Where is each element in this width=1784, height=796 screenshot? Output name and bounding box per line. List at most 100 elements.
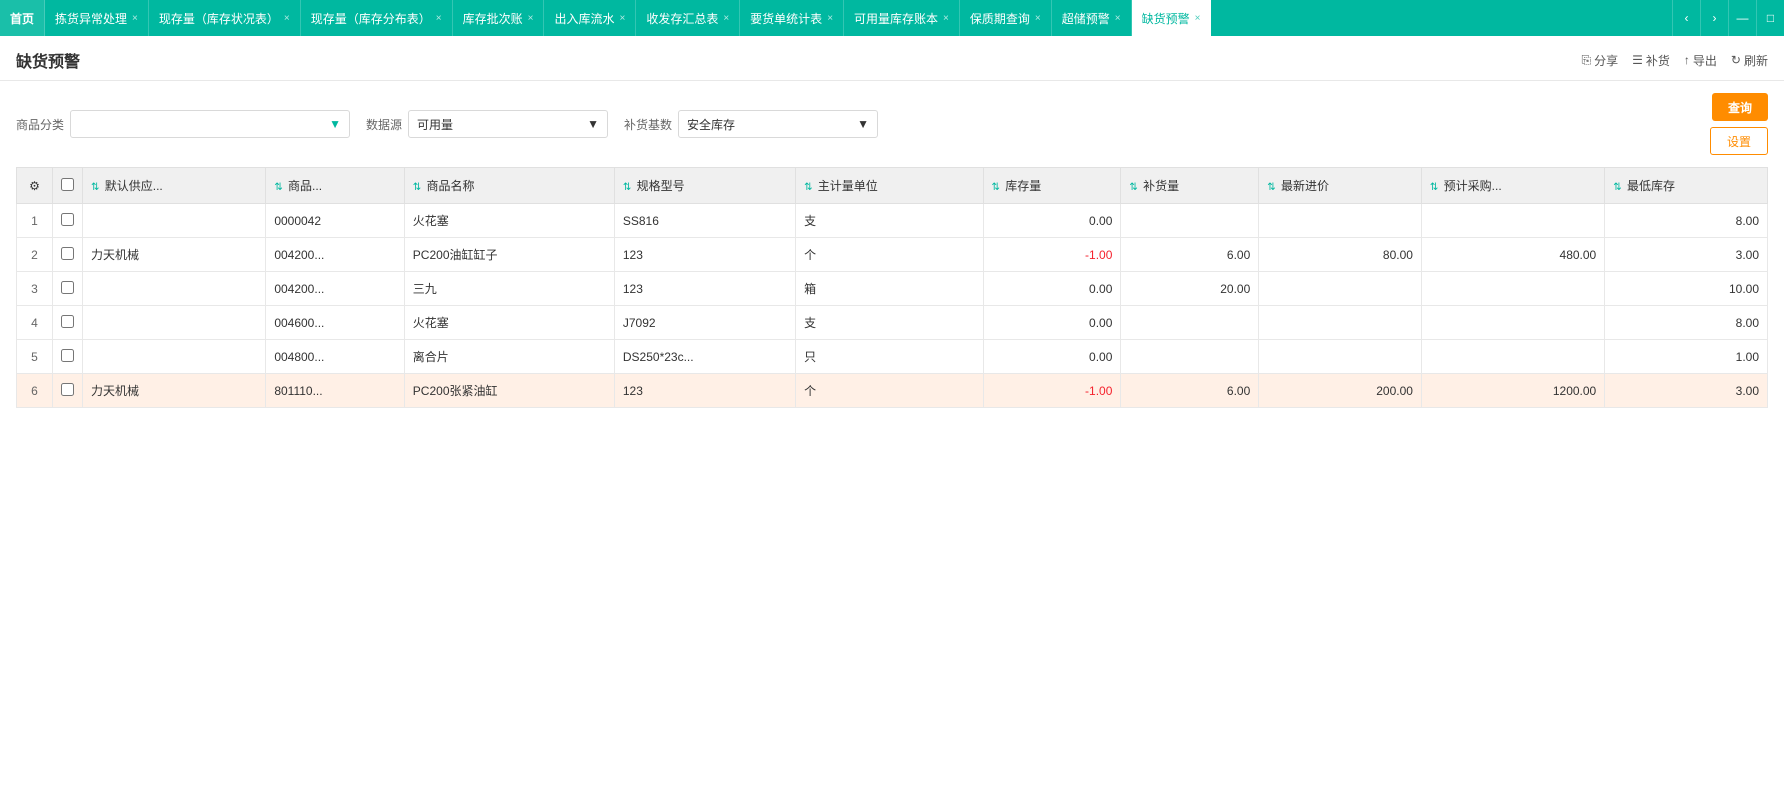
nav-left-arrow[interactable]: ‹	[1672, 0, 1700, 36]
col-unit[interactable]: ⇅ 主计量单位	[796, 168, 983, 204]
nav-right-arrow[interactable]: ›	[1700, 0, 1728, 36]
col-settings: ⚙	[17, 168, 53, 204]
col-code[interactable]: ⇅ 商品...	[266, 168, 404, 204]
nav-tab-2-close[interactable]: ×	[284, 13, 290, 24]
category-filter-group: 商品分类 ▼	[16, 110, 350, 138]
nav-tab-7[interactable]: 要货单统计表 ×	[740, 0, 844, 36]
unit-sort-icon: ⇅	[804, 182, 812, 193]
col-restock[interactable]: ⇅ 补货量	[1121, 168, 1259, 204]
nav-tab-8-close[interactable]: ×	[943, 13, 949, 24]
row-checkbox-1[interactable]	[61, 247, 74, 260]
nav-minimize-btn[interactable]: —	[1728, 0, 1756, 36]
col-latest-price[interactable]: ⇅ 最新进价	[1259, 168, 1422, 204]
datasource-select-value: 可用量	[417, 116, 453, 133]
col-checkbox-header[interactable]	[53, 168, 83, 204]
nav-tab-8-label: 可用量库存账本	[854, 10, 938, 27]
nav-tab-2[interactable]: 现存量（库存状况表） ×	[149, 0, 301, 36]
nav-tab-1[interactable]: 拣货异常处理 ×	[45, 0, 149, 36]
col-stock-label: 库存量	[1005, 179, 1041, 193]
nav-maximize-btn[interactable]: □	[1756, 0, 1784, 36]
table-container: ⚙ ⇅ 默认供应... ⇅ 商品... ⇅ 商品名称	[0, 167, 1784, 408]
row-checkbox-2[interactable]	[61, 281, 74, 294]
nav-tab-10-close[interactable]: ×	[1115, 13, 1121, 24]
col-unit-label: 主计量单位	[818, 179, 878, 193]
row-name-1: PC200油缸缸子	[404, 238, 614, 272]
settings-button[interactable]: 设置	[1710, 127, 1768, 155]
refresh-button[interactable]: ↻ 刷新	[1731, 52, 1768, 69]
row-latest-price-2	[1259, 272, 1422, 306]
col-est-purchase[interactable]: ⇅ 预计采购...	[1421, 168, 1604, 204]
row-checkbox-0[interactable]	[61, 213, 74, 226]
row-seq-5: 6	[17, 374, 53, 408]
refresh-label: 刷新	[1744, 52, 1768, 69]
row-checkbox-cell-0[interactable]	[53, 204, 83, 238]
nav-tab-11[interactable]: 缺货预警 ×	[1132, 0, 1212, 36]
code-sort-icon: ⇅	[274, 182, 282, 193]
nav-tab-6[interactable]: 收发存汇总表 ×	[636, 0, 740, 36]
restock-select-value: 安全库存	[687, 116, 735, 133]
table-row: 6 力天机械801110...PC200张紧油缸123个-1.006.00200…	[17, 374, 1768, 408]
col-supplier[interactable]: ⇅ 默认供应...	[83, 168, 266, 204]
row-stock-1: -1.00	[983, 238, 1121, 272]
row-checkbox-4[interactable]	[61, 349, 74, 362]
nav-tab-11-close[interactable]: ×	[1195, 13, 1201, 24]
row-name-0: 火花塞	[404, 204, 614, 238]
datasource-select[interactable]: 可用量 ▼	[408, 110, 608, 138]
row-name-4: 离合片	[404, 340, 614, 374]
nav-tab-7-close[interactable]: ×	[827, 13, 833, 24]
nav-tab-4-close[interactable]: ×	[528, 13, 534, 24]
row-checkbox-3[interactable]	[61, 315, 74, 328]
row-checkbox-cell-4[interactable]	[53, 340, 83, 374]
nav-tab-4[interactable]: 库存批次账 ×	[453, 0, 545, 36]
nav-tab-6-label: 收发存汇总表	[646, 10, 718, 27]
col-stock[interactable]: ⇅ 库存量	[983, 168, 1121, 204]
nav-tab-6-close[interactable]: ×	[723, 13, 729, 24]
row-checkbox-cell-2[interactable]	[53, 272, 83, 306]
restock-select[interactable]: 安全库存 ▼	[678, 110, 878, 138]
col-min-stock[interactable]: ⇅ 最低库存	[1605, 168, 1768, 204]
share-button[interactable]: ⎘ 分享	[1582, 52, 1619, 69]
nav-tab-3[interactable]: 现存量（库存分布表） ×	[301, 0, 453, 36]
nav-tab-7-label: 要货单统计表	[750, 10, 822, 27]
row-checkbox-cell-1[interactable]	[53, 238, 83, 272]
nav-tab-8[interactable]: 可用量库存账本 ×	[844, 0, 960, 36]
category-select[interactable]: ▼	[70, 110, 350, 138]
row-checkbox-5[interactable]	[61, 383, 74, 396]
nav-tab-5[interactable]: 出入库流水 ×	[544, 0, 636, 36]
filter-right-buttons: 查询 设置	[1710, 93, 1768, 155]
row-unit-5: 个	[796, 374, 983, 408]
col-name[interactable]: ⇅ 商品名称	[404, 168, 614, 204]
restock-button[interactable]: ☰ 补货	[1632, 52, 1670, 69]
nav-tab-10-label: 超储预警	[1062, 10, 1110, 27]
col-spec[interactable]: ⇅ 规格型号	[614, 168, 795, 204]
row-code-4: 004800...	[266, 340, 404, 374]
row-stock-0: 0.00	[983, 204, 1121, 238]
nav-tab-1-close[interactable]: ×	[132, 13, 138, 24]
nav-tab-10[interactable]: 超储预警 ×	[1052, 0, 1132, 36]
row-restock-4	[1121, 340, 1259, 374]
query-button[interactable]: 查询	[1712, 93, 1768, 121]
row-checkbox-cell-5[interactable]	[53, 374, 83, 408]
row-restock-2: 20.00	[1121, 272, 1259, 306]
select-all-checkbox[interactable]	[61, 178, 74, 191]
share-label: 分享	[1594, 52, 1618, 69]
restock-icon: ☰	[1632, 53, 1643, 67]
datasource-filter-label: 数据源	[366, 116, 402, 133]
export-button[interactable]: ↑ 导出	[1684, 52, 1717, 69]
nav-tab-5-close[interactable]: ×	[619, 13, 625, 24]
nav-tab-home[interactable]: 首页	[0, 0, 45, 36]
datasource-filter-group: 数据源 可用量 ▼	[366, 110, 608, 138]
row-est-purchase-2	[1421, 272, 1604, 306]
nav-tab-3-close[interactable]: ×	[436, 13, 442, 24]
row-checkbox-cell-3[interactable]	[53, 306, 83, 340]
row-supplier-4	[83, 340, 266, 374]
table-row: 5 004800...离合片DS250*23c...只0.001.00	[17, 340, 1768, 374]
restock-filter-group: 补货基数 安全库存 ▼	[624, 110, 878, 138]
row-est-purchase-1: 480.00	[1421, 238, 1604, 272]
nav-tab-9[interactable]: 保质期查询 ×	[960, 0, 1052, 36]
row-latest-price-3	[1259, 306, 1422, 340]
nav-tab-9-close[interactable]: ×	[1035, 13, 1041, 24]
table-settings-icon[interactable]: ⚙	[29, 179, 40, 193]
table-row: 4 004600...火花塞J7092支0.008.00	[17, 306, 1768, 340]
row-spec-0: SS816	[614, 204, 795, 238]
